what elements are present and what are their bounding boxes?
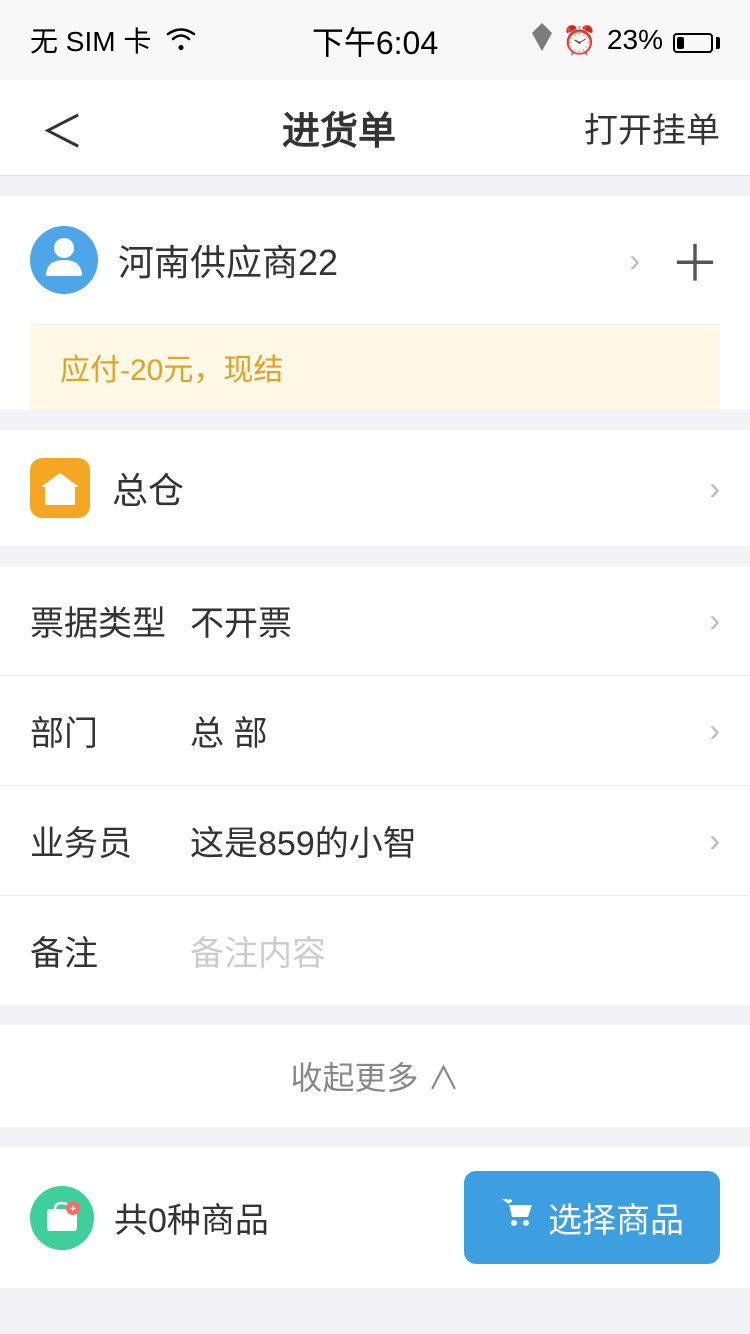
remark-label: 备注 — [30, 926, 170, 975]
department-label: 部门 — [30, 706, 170, 755]
supplier-avatar-icon — [44, 234, 84, 287]
invoice-type-value: 不开票 — [170, 596, 709, 645]
status-time: 下午6:04 — [312, 18, 438, 64]
battery-percentage: 23% — [607, 24, 663, 56]
warehouse-name: 总仓 — [112, 462, 709, 514]
add-supplier-button[interactable]: ＋ — [670, 224, 720, 296]
page-title: 进货单 — [282, 100, 396, 155]
supplier-arrow-icon: › — [629, 242, 640, 279]
supplier-avatar — [30, 226, 98, 294]
product-count: 共0种商品 — [114, 1193, 444, 1242]
salesperson-value: 这是859的小智 — [170, 816, 709, 865]
collapse-section: 收起更多 ∧ — [0, 1025, 750, 1127]
product-section-icon: + — [30, 1186, 94, 1250]
salesperson-arrow-icon: › — [709, 822, 720, 859]
wifi-icon — [163, 23, 199, 58]
status-left: 无 SIM 卡 — [30, 20, 199, 60]
carrier-label: 无 SIM 卡 — [30, 20, 151, 60]
invoice-type-row[interactable]: 票据类型 不开票 › — [0, 566, 750, 676]
warehouse-row[interactable]: 总仓 › — [0, 430, 750, 546]
supplier-section: 河南供应商22 › ＋ 应付-20元，现结 — [0, 196, 750, 410]
status-bar: 无 SIM 卡 下午6:04 ⏰ 23% — [0, 0, 750, 80]
select-product-button[interactable]: 选择商品 — [464, 1171, 720, 1264]
product-section: + 共0种商品 选择商品 — [0, 1147, 750, 1288]
supplier-name: 河南供应商22 — [118, 234, 629, 286]
alarm-icon: ⏰ — [562, 24, 597, 57]
divider-1 — [0, 176, 750, 196]
collapse-button[interactable]: 收起更多 ∧ — [291, 1053, 460, 1099]
back-button[interactable]: ＜ — [30, 86, 94, 170]
select-product-label: 选择商品 — [548, 1193, 684, 1242]
warehouse-arrow-icon: › — [709, 470, 720, 507]
salesperson-label: 业务员 — [30, 816, 170, 865]
location-icon — [532, 23, 552, 58]
open-pending-button[interactable]: 打开挂单 — [584, 103, 720, 152]
battery-icon — [673, 24, 720, 56]
salesperson-row[interactable]: 业务员 这是859的小智 › — [0, 786, 750, 896]
form-section: 票据类型 不开票 › 部门 总 部 › 业务员 这是859的小智 › 备注 备注… — [0, 566, 750, 1005]
department-row[interactable]: 部门 总 部 › — [0, 676, 750, 786]
warehouse-section: 总仓 › — [0, 430, 750, 546]
status-right: ⏰ 23% — [532, 23, 720, 58]
department-value: 总 部 — [170, 706, 709, 755]
supplier-warning: 应付-20元，现结 — [30, 325, 720, 410]
invoice-type-arrow-icon: › — [709, 602, 720, 639]
remark-input[interactable]: 备注内容 — [170, 926, 720, 975]
supplier-row[interactable]: 河南供应商22 › ＋ — [30, 196, 720, 325]
nav-bar: ＜ 进货单 打开挂单 — [0, 80, 750, 176]
cart-icon — [500, 1197, 536, 1238]
invoice-type-label: 票据类型 — [30, 596, 170, 645]
svg-text:+: + — [70, 1204, 76, 1215]
remark-row[interactable]: 备注 备注内容 — [0, 896, 750, 1005]
department-arrow-icon: › — [709, 712, 720, 749]
warehouse-icon — [30, 458, 90, 518]
